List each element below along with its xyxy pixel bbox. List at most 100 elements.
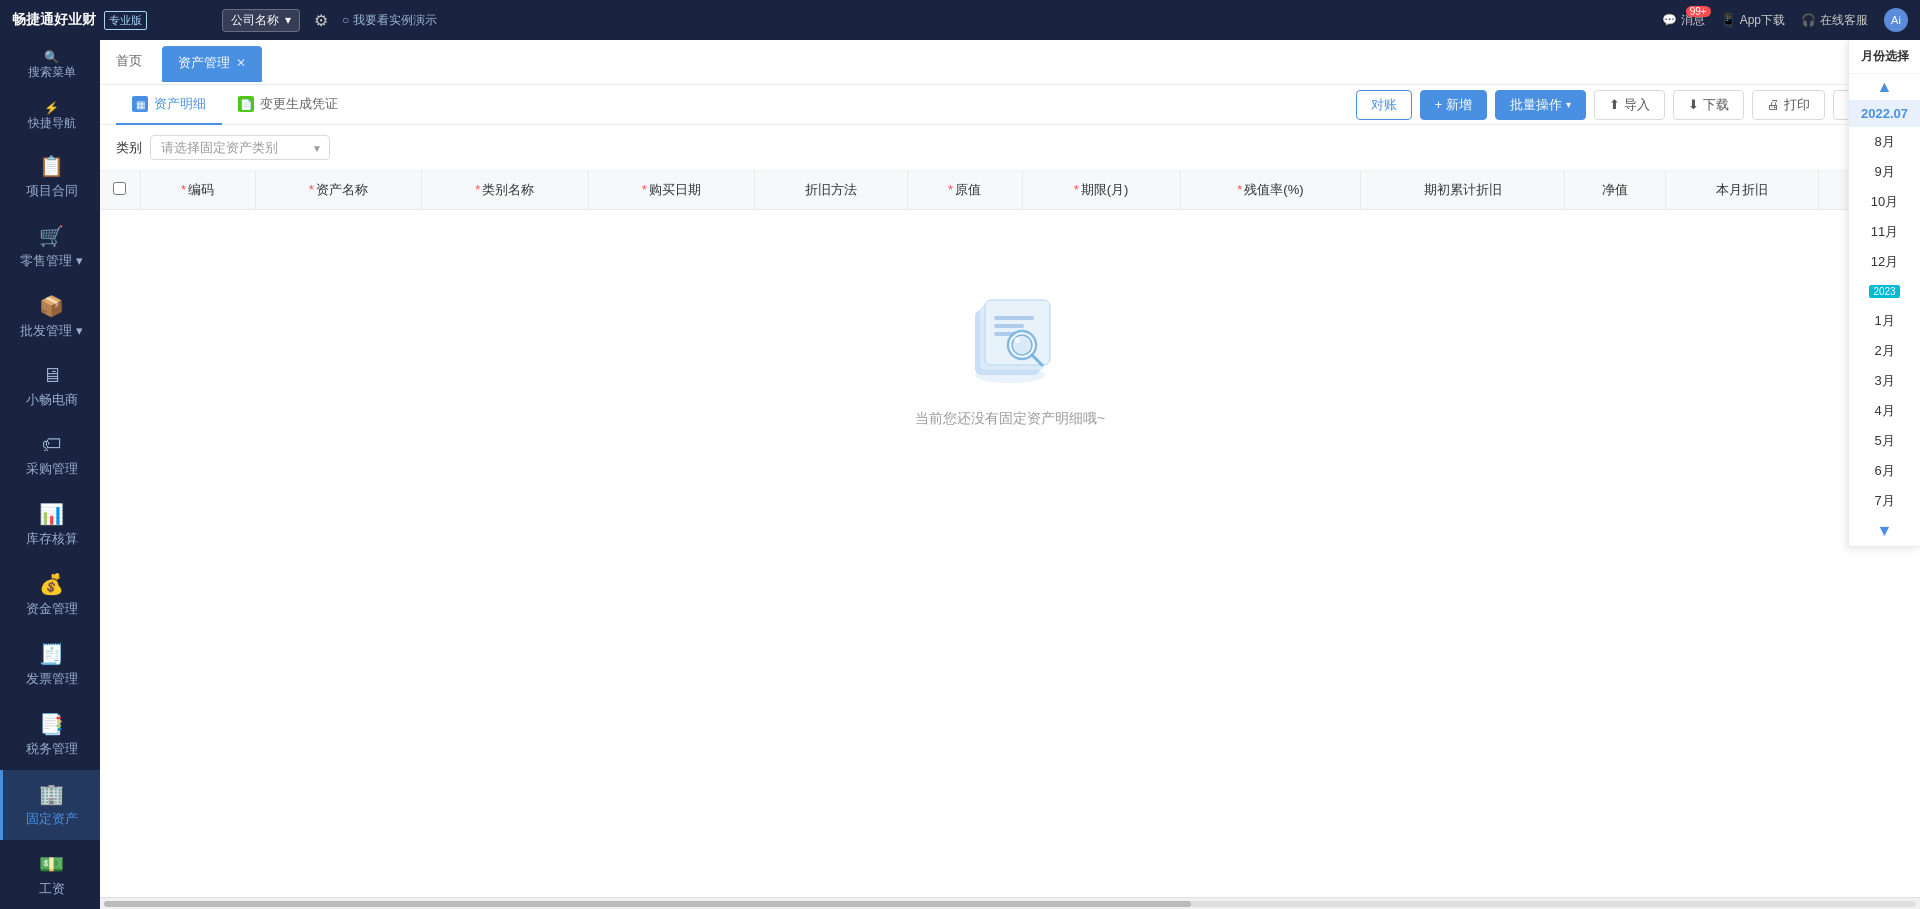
tab-asset[interactable]: 资产管理 ✕	[162, 46, 262, 82]
month-item-8[interactable]: 8月	[1849, 127, 1920, 157]
month-item-5[interactable]: 5月	[1849, 426, 1920, 456]
app-download-button[interactable]: 📱 App下载	[1721, 12, 1785, 29]
month-item-2[interactable]: 2月	[1849, 336, 1920, 366]
logo-area: 畅捷通好业财 专业版	[12, 11, 212, 30]
download-button[interactable]: ⬇ 下载	[1673, 90, 1744, 120]
sidebar-label-finance: 资金管理	[26, 600, 78, 618]
search-menu-item[interactable]: 🔍 搜索菜单	[0, 40, 100, 91]
inventory-icon: 📊	[39, 502, 64, 526]
th-purchase-date: *购买日期	[588, 171, 755, 210]
month-item-7[interactable]: 7月	[1849, 486, 1920, 516]
sidebar-item-fixedasset[interactable]: 🏢 固定资产	[0, 770, 100, 840]
month-item-9[interactable]: 9月	[1849, 157, 1920, 187]
inner-tab-detail-label: 资产明细	[154, 95, 206, 113]
print-button[interactable]: 🖨 打印	[1752, 90, 1825, 120]
inner-tab-detail[interactable]: ▦ 资产明细	[116, 85, 222, 125]
fixedasset-icon: 🏢	[39, 782, 64, 806]
month-item-6[interactable]: 6月	[1849, 456, 1920, 486]
demo-icon: ○	[342, 13, 349, 27]
th-code: *编码	[140, 171, 255, 210]
download-icon: ⬇	[1688, 97, 1699, 112]
finance-icon: 💰	[39, 572, 64, 596]
company-selector[interactable]: 公司名称 ▾	[222, 9, 300, 32]
online-service-label: 在线客服	[1820, 12, 1868, 29]
empty-text: 当前您还没有固定资产明细哦~	[915, 410, 1105, 428]
app-title: 畅捷通好业财	[12, 11, 96, 29]
sidebar-item-project[interactable]: 📋 项目合同	[0, 142, 100, 212]
sidebar-item-purchase[interactable]: 🏷 采购管理	[0, 421, 100, 490]
th-residual-rate: *残值率(%)	[1180, 171, 1361, 210]
main-layout: 🔍 搜索菜单 ⚡ 快捷导航 📋 项目合同 🛒 零售管理 ▾ 📦 批发管理 ▾ 🖥…	[0, 0, 1920, 909]
quick-nav-label: 快捷导航	[7, 115, 96, 132]
batch-button[interactable]: 批量操作 ▾	[1495, 90, 1586, 120]
sidebar-item-wholesale[interactable]: 📦 批发管理 ▾	[0, 282, 100, 352]
download-label: 下载	[1703, 96, 1729, 114]
scrollbar-thumb	[104, 901, 1191, 907]
batch-dropdown-icon: ▾	[1566, 99, 1571, 110]
doc-icon: 📄	[238, 96, 254, 112]
month-item-12[interactable]: 12月	[1849, 247, 1920, 277]
tab-bar: 首页 资产管理 ✕	[100, 40, 1920, 85]
search-icon: 🔍	[7, 50, 96, 64]
category-select[interactable]: 请选择固定资产类别	[150, 135, 330, 160]
add-button[interactable]: + 新增	[1420, 90, 1487, 120]
sidebar-label-tax: 税务管理	[26, 740, 78, 758]
demo-link[interactable]: ○ 我要看实例演示	[342, 12, 437, 29]
wholesale-icon: 📦	[39, 294, 64, 318]
selected-year-month[interactable]: 2022.07	[1849, 100, 1920, 127]
tab-home[interactable]: 首页	[100, 40, 158, 84]
empty-illustration	[950, 290, 1070, 390]
sidebar-item-inventory[interactable]: 📊 库存核算	[0, 490, 100, 560]
tax-icon: 📑	[39, 712, 64, 736]
month-nav-up[interactable]: ▲	[1849, 74, 1920, 100]
bottom-scrollbar[interactable]	[100, 897, 1920, 909]
user-avatar[interactable]: Ai	[1884, 8, 1908, 32]
category-select-wrapper[interactable]: 请选择固定资产类别	[150, 135, 330, 160]
sidebar-item-finance[interactable]: 💰 资金管理	[0, 560, 100, 630]
month-item-4[interactable]: 4月	[1849, 396, 1920, 426]
sidebar-label-wholesale: 批发管理 ▾	[20, 322, 83, 340]
inner-tab-voucher[interactable]: 📄 变更生成凭证	[222, 85, 354, 125]
month-item-1[interactable]: 1月	[1849, 306, 1920, 336]
tab-home-label: 首页	[116, 53, 142, 68]
scrollbar-track	[104, 901, 1916, 907]
sidebar-item-tax[interactable]: 📑 税务管理	[0, 700, 100, 770]
online-service-button[interactable]: 🎧 在线客服	[1801, 12, 1868, 29]
month-item-3[interactable]: 3月	[1849, 366, 1920, 396]
download-icon: 📱	[1721, 13, 1736, 27]
purchase-icon: 🏷	[42, 433, 62, 456]
month-item-10[interactable]: 10月	[1849, 187, 1920, 217]
message-button[interactable]: 💬 消息 99+	[1662, 12, 1705, 29]
settings-icon[interactable]: ⚙	[310, 7, 332, 34]
import-icon: ⬆	[1609, 97, 1620, 112]
sidebar-label-invoice: 发票管理	[26, 670, 78, 688]
sidebar-label-payroll: 工资	[39, 880, 65, 898]
select-all-checkbox[interactable]	[113, 182, 126, 195]
sidebar-label-inventory: 库存核算	[26, 530, 78, 548]
page-content: ▦ 资产明细 📄 变更生成凭证 对账 + 新增 批量操作 ▾ ⬆	[100, 85, 1920, 909]
reconcile-button[interactable]: 对账	[1356, 90, 1412, 120]
invoice-icon: 🧾	[39, 642, 64, 666]
print-icon: 🖨	[1767, 97, 1780, 112]
empty-state: 当前您还没有固定资产明细哦~	[100, 210, 1920, 508]
search-menu-label: 搜索菜单	[7, 64, 96, 81]
table-wrapper: *编码 *资产名称 *类别名称 *购买日期 折旧方法 *原值 *期限(月) *残…	[100, 171, 1920, 897]
month-item-11[interactable]: 11月	[1849, 217, 1920, 247]
import-button[interactable]: ⬆ 导入	[1594, 90, 1665, 120]
month-nav-down[interactable]: ▼	[1849, 516, 1920, 546]
close-tab-icon[interactable]: ✕	[236, 56, 246, 70]
month-panel: 月份选择 ▲ 2022.07 8月 9月 10月 11月 12月 2023 1月…	[1848, 40, 1920, 547]
sidebar-item-payroll[interactable]: 💵 工资	[0, 840, 100, 909]
sidebar-item-invoice[interactable]: 🧾 发票管理	[0, 630, 100, 700]
project-icon: 📋	[39, 154, 64, 178]
tab-asset-label: 资产管理	[178, 54, 230, 72]
sidebar-item-ecommerce[interactable]: 🖥 小畅电商	[0, 352, 100, 421]
svg-rect-5	[994, 324, 1024, 328]
th-monthly-depreciation: 本月折旧	[1666, 171, 1819, 210]
sidebar-item-retail[interactable]: 🛒 零售管理 ▾	[0, 212, 100, 282]
quick-nav-item[interactable]: ⚡ 快捷导航	[0, 91, 100, 142]
th-accumulated-depreciation: 期初累计折旧	[1361, 171, 1565, 210]
demo-link-text: 我要看实例演示	[353, 12, 437, 29]
inner-tabs: ▦ 资产明细 📄 变更生成凭证 对账 + 新增 批量操作 ▾ ⬆	[100, 85, 1920, 125]
category-filter-label: 类别	[116, 139, 142, 157]
